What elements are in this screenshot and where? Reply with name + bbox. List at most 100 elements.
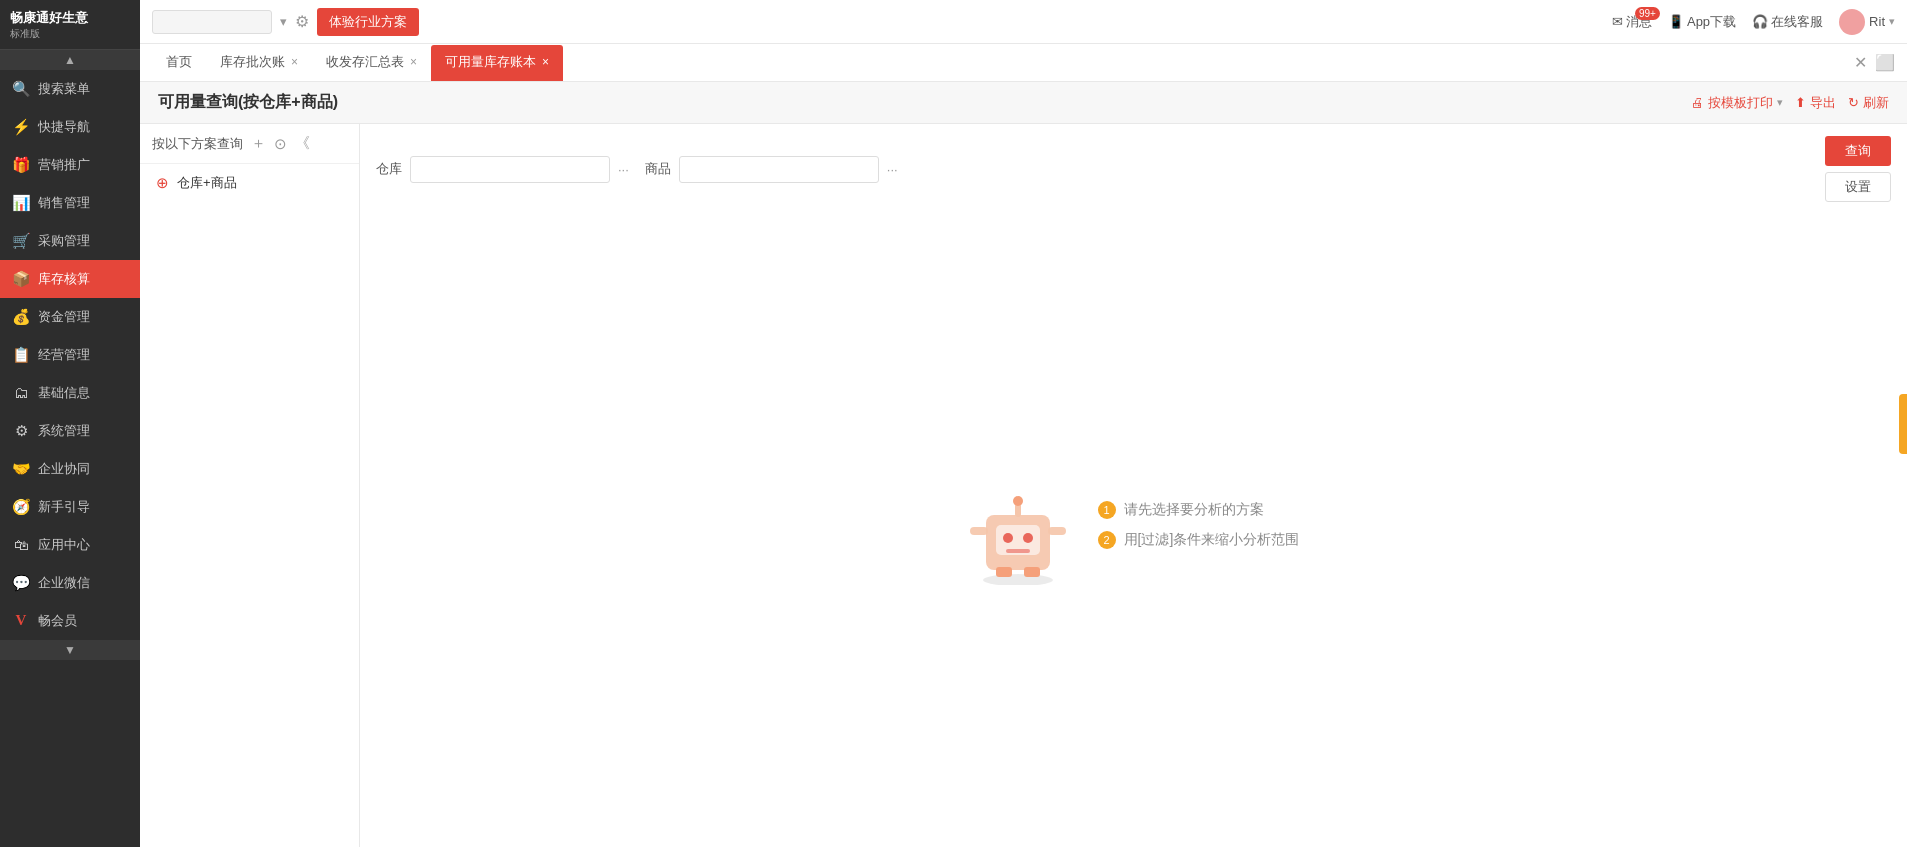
sidebar-item-basic[interactable]: 🗂 基础信息 xyxy=(0,374,140,412)
svg-rect-9 xyxy=(1048,527,1066,535)
tab-batch[interactable]: 库存批次账 × xyxy=(206,45,312,81)
sidebar-item-search[interactable]: 🔍 搜索菜单 xyxy=(0,70,140,108)
logo-badge: 标准版 xyxy=(10,27,130,41)
tab-available-close[interactable]: × xyxy=(542,55,549,69)
tab-collect[interactable]: 收发存汇总表 × xyxy=(312,45,431,81)
product-more-btn[interactable]: ··· xyxy=(887,162,898,177)
tab-batch-label: 库存批次账 xyxy=(220,53,285,71)
page-actions: 🖨 按模板打印 ▾ ⬆ 导出 ↻ 刷新 xyxy=(1691,94,1889,112)
step2-num: 2 xyxy=(1098,531,1116,549)
product-field-group: 商品 ··· xyxy=(645,156,898,183)
sidebar-item-label: 营销推广 xyxy=(38,156,90,174)
sidebar-item-label: 快捷导航 xyxy=(38,118,90,136)
phone-icon: 📱 xyxy=(1668,14,1684,29)
sidebar-item-enterprise[interactable]: 🤝 企业协同 xyxy=(0,450,140,488)
export-label: 导出 xyxy=(1810,94,1836,112)
tab-available[interactable]: 可用量库存账本 × xyxy=(431,45,563,81)
avatar xyxy=(1839,9,1865,35)
scheme-icon: ⊕ xyxy=(156,174,169,192)
chart-icon: 📊 xyxy=(12,194,30,212)
sidebar-item-shortcut[interactable]: ⚡ 快捷导航 xyxy=(0,108,140,146)
sidebar-item-sales[interactable]: 📊 销售管理 xyxy=(0,184,140,222)
industry-btn[interactable]: 体验行业方案 xyxy=(317,8,419,36)
svg-point-0 xyxy=(983,574,1053,585)
empty-text: 1 请先选择要分析的方案 2 用[过滤]条件来缩小分析范围 xyxy=(1098,501,1300,549)
user-menu[interactable]: Rit ▾ xyxy=(1839,9,1895,35)
scheme-label: 仓库+商品 xyxy=(177,174,237,192)
clipboard-icon: 📋 xyxy=(12,346,30,364)
sidebar: 畅康通好生意 标准版 ▲ 🔍 搜索菜单 ⚡ 快捷导航 🎁 营销推广 📊 销售管理… xyxy=(0,0,140,847)
sidebar-scroll-up[interactable]: ▲ xyxy=(0,50,140,70)
filter-header-label: 按以下方案查询 xyxy=(152,135,243,153)
right-edge-indicator xyxy=(1899,394,1907,454)
tab-home[interactable]: 首页 xyxy=(152,45,206,81)
member-icon: V xyxy=(12,612,30,629)
sidebar-scroll-down[interactable]: ▼ xyxy=(0,640,140,660)
sidebar-item-purchase[interactable]: 🛒 采购管理 xyxy=(0,222,140,260)
filter-header: 按以下方案查询 ＋ ⊙ 《 xyxy=(140,124,359,164)
filter-panel: 按以下方案查询 ＋ ⊙ 《 ⊕ 仓库+商品 xyxy=(140,124,360,847)
lightning-icon: ⚡ xyxy=(12,118,30,136)
sidebar-item-label: 系统管理 xyxy=(38,422,90,440)
sidebar-item-label: 企业协同 xyxy=(38,460,90,478)
export-icon: ⬆ xyxy=(1795,95,1806,110)
window-close-icon[interactable]: ✕ xyxy=(1854,53,1867,72)
user-dropdown-icon: ▾ xyxy=(1889,15,1895,28)
online-service-btn[interactable]: 🎧 在线客服 xyxy=(1752,13,1823,31)
svg-rect-11 xyxy=(1024,567,1040,577)
scheme-warehouse-product[interactable]: ⊕ 仓库+商品 xyxy=(140,164,359,202)
window-maximize-icon[interactable]: ⬜ xyxy=(1875,53,1895,72)
sidebar-logo: 畅康通好生意 标准版 xyxy=(0,0,140,50)
wechat-icon: 💬 xyxy=(12,574,30,592)
warehouse-more-btn[interactable]: ··· xyxy=(618,162,629,177)
topbar-right: ✉ 消息 99+ 📱 App下载 🎧 在线客服 Rit ▾ xyxy=(1612,9,1895,35)
collapse-filter-icon[interactable]: 《 xyxy=(295,134,310,153)
svg-rect-8 xyxy=(970,527,988,535)
svg-point-4 xyxy=(1023,533,1033,543)
product-input[interactable] xyxy=(679,156,879,183)
sidebar-item-operation[interactable]: 📋 经营管理 xyxy=(0,336,140,374)
bell-icon: ✉ xyxy=(1612,14,1623,29)
empty-step1: 1 请先选择要分析的方案 xyxy=(1098,501,1300,519)
print-btn[interactable]: 🖨 按模板打印 ▾ xyxy=(1691,94,1783,112)
app-download-btn[interactable]: 📱 App下载 xyxy=(1668,13,1736,31)
sidebar-item-system[interactable]: ⚙ 系统管理 xyxy=(0,412,140,450)
sidebar-item-appstore[interactable]: 🛍 应用中心 xyxy=(0,526,140,564)
sidebar-item-wechat[interactable]: 💬 企业微信 xyxy=(0,564,140,602)
settings-button[interactable]: 设置 xyxy=(1825,172,1891,202)
settings-gear-icon[interactable]: ⚙ xyxy=(295,12,309,31)
sidebar-item-marketing[interactable]: 🎁 营销推广 xyxy=(0,146,140,184)
sidebar-item-label: 销售管理 xyxy=(38,194,90,212)
tab-collect-close[interactable]: × xyxy=(410,55,417,69)
edit-scheme-icon[interactable]: ⊙ xyxy=(274,135,287,153)
query-btn-group: 查询 设置 xyxy=(1825,136,1891,202)
query-button[interactable]: 查询 xyxy=(1825,136,1891,166)
sidebar-item-label: 畅会员 xyxy=(38,612,77,630)
tabbar: 首页 库存批次账 × 收发存汇总表 × 可用量库存账本 × ✕ ⬜ xyxy=(140,44,1907,82)
sidebar-item-newbie[interactable]: 🧭 新手引导 xyxy=(0,488,140,526)
search-dropdown-icon[interactable]: ▾ xyxy=(280,14,287,29)
search-icon: 🔍 xyxy=(12,80,30,98)
empty-step2: 2 用[过滤]条件来缩小分析范围 xyxy=(1098,531,1300,549)
user-name: Rit xyxy=(1869,14,1885,29)
topbar: ▾ ⚙ 体验行业方案 ✉ 消息 99+ 📱 App下载 🎧 在线客服 Rit ▾ xyxy=(140,0,1907,44)
online-service-label: 在线客服 xyxy=(1771,13,1823,31)
tab-batch-close[interactable]: × xyxy=(291,55,298,69)
sidebar-item-label: 采购管理 xyxy=(38,232,90,250)
export-btn[interactable]: ⬆ 导出 xyxy=(1795,94,1836,112)
gear-icon: ⚙ xyxy=(12,422,30,440)
step2-text: 用[过滤]条件来缩小分析范围 xyxy=(1124,531,1300,549)
warehouse-input[interactable] xyxy=(410,156,610,183)
refresh-btn[interactable]: ↻ 刷新 xyxy=(1848,94,1889,112)
page-header: 可用量查询(按仓库+商品) 🖨 按模板打印 ▾ ⬆ 导出 ↻ 刷新 xyxy=(140,82,1907,124)
svg-point-7 xyxy=(1013,496,1023,506)
topbar-search-input[interactable] xyxy=(152,10,272,34)
sidebar-item-finance[interactable]: 💰 资金管理 xyxy=(0,298,140,336)
print-icon: 🖨 xyxy=(1691,95,1704,110)
sidebar-item-inventory[interactable]: 📦 库存核算 xyxy=(0,260,140,298)
sidebar-item-label: 新手引导 xyxy=(38,498,90,516)
notification-btn[interactable]: ✉ 消息 99+ xyxy=(1612,13,1652,31)
sidebar-item-member[interactable]: V 畅会员 xyxy=(0,602,140,640)
refresh-icon: ↻ xyxy=(1848,95,1859,110)
add-scheme-icon[interactable]: ＋ xyxy=(251,134,266,153)
